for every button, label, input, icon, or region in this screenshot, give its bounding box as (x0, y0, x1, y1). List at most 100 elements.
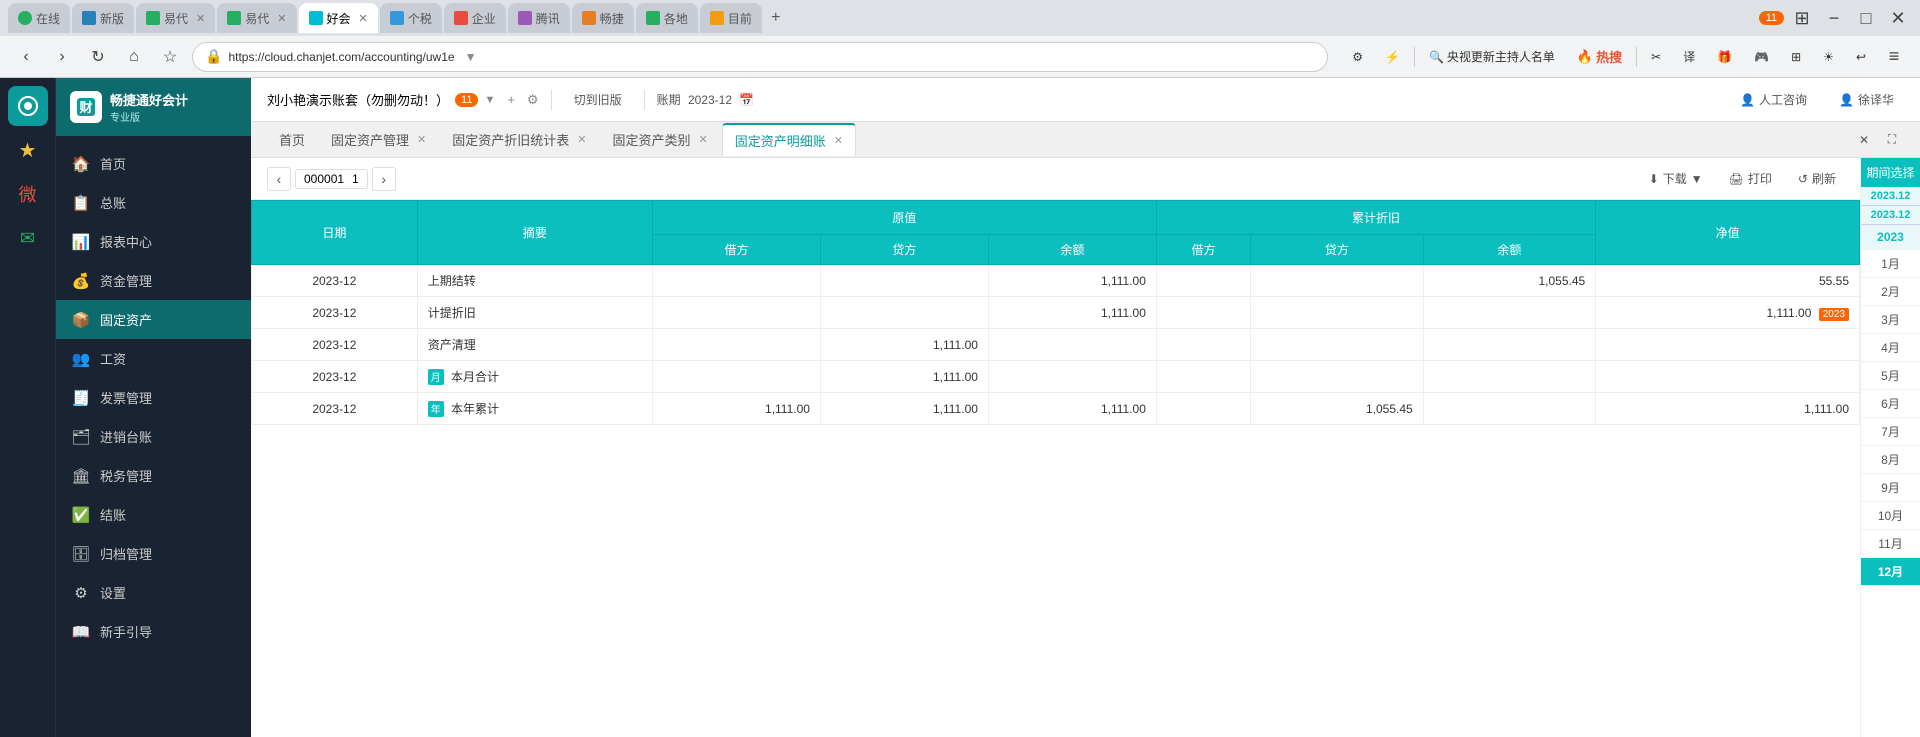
sidebar-item-report[interactable]: 📊 报表中心 (56, 222, 251, 261)
sidebar-item-ledger[interactable]: 📋 总账 (56, 183, 251, 222)
browser-tab-yidai1[interactable]: 易代 ✕ (136, 3, 215, 33)
period-month-3[interactable]: 3月 (1861, 306, 1920, 334)
maximize-tab-btn[interactable]: ⛶ (1880, 128, 1904, 152)
browser-tab-muqian[interactable]: 目前 (700, 3, 762, 33)
browser-tab-changjie[interactable]: 畅捷 (572, 3, 634, 33)
browser-extensions-btn[interactable]: ⊞ (1788, 4, 1816, 32)
icon-bar-main[interactable] (8, 86, 48, 126)
add-account-btn[interactable]: + (507, 92, 515, 107)
content-area: ‹ 000001 1 › ⬇ 下载 ▼ (251, 158, 1920, 737)
download-btn[interactable]: ⬇ 下载 ▼ (1641, 166, 1711, 191)
period-month-10[interactable]: 10月 (1861, 502, 1920, 530)
sidebar-item-invoice[interactable]: 🧾 发票管理 (56, 378, 251, 417)
browser-tab-yidai2[interactable]: 易代 ✕ (217, 3, 296, 33)
period-month-8[interactable]: 8月 (1861, 446, 1920, 474)
table-row: 2023-12 计提折旧 1,111.00 (252, 297, 1860, 329)
page-tab-fixed-mgmt-close[interactable]: ✕ (417, 133, 426, 146)
address-box[interactable]: 🔒 https://cloud.chanjet.com/accounting/u… (192, 42, 1328, 72)
sidebar-item-tax[interactable]: 🏛 税务管理 (56, 456, 251, 495)
settings-quick-btn[interactable]: ⚙ (527, 92, 539, 108)
page-tab-fixed-detail-close[interactable]: ✕ (834, 134, 843, 147)
back-button[interactable]: ‹ (12, 43, 40, 71)
page-tab-fixed-cat[interactable]: 固定资产类别 ✕ (600, 124, 719, 155)
forward-button[interactable]: › (48, 43, 76, 71)
grid-btn[interactable]: ⊞ (1783, 44, 1809, 70)
bookmark-button[interactable]: ☆ (156, 43, 184, 71)
period-month-5[interactable]: 5月 (1861, 362, 1920, 390)
calendar-icon[interactable]: 📅 (739, 93, 754, 107)
sidebar-item-checkout[interactable]: ✅ 结账 (56, 495, 251, 534)
reload-button[interactable]: ↻ (84, 43, 112, 71)
sidebar-item-guide[interactable]: 📖 新手引导 (56, 612, 251, 651)
account-dropdown-icon[interactable]: ▼ (484, 94, 495, 106)
period-month-9[interactable]: 9月 (1861, 474, 1920, 502)
print-btn[interactable]: 🖨 打印 (1721, 166, 1780, 191)
home-nav-button[interactable]: ⌂ (120, 43, 148, 71)
period-selected-bottom[interactable]: 2023.12 (1861, 206, 1920, 225)
refresh-btn[interactable]: ↺ 刷新 (1790, 166, 1844, 191)
page-tab-fixed-dep-stat[interactable]: 固定资产折旧统计表 ✕ (440, 124, 598, 155)
scissors-btn[interactable]: ✂ (1643, 44, 1669, 70)
wallet-btn[interactable]: 🎁 (1709, 44, 1740, 70)
browser-tab-new[interactable]: 新版 (72, 3, 134, 33)
browser-tab-yidai2-close[interactable]: ✕ (277, 12, 286, 25)
undo-btn[interactable]: ↩ (1848, 44, 1874, 70)
search-box[interactable]: 🔍 央视更新主持人名单 (1421, 44, 1563, 70)
sidebar-item-home[interactable]: 🏠 首页 (56, 144, 251, 183)
period-month-11[interactable]: 11月 (1861, 530, 1920, 558)
translate-btn[interactable]: 译 (1675, 44, 1703, 70)
sidebar-item-fixed[interactable]: 📦 固定资产 (56, 300, 251, 339)
page-tab-fixed-detail[interactable]: 固定资产明细账 ✕ (722, 123, 856, 156)
period-month-6[interactable]: 6月 (1861, 390, 1920, 418)
browser-close-btn[interactable]: ✕ (1884, 4, 1912, 32)
icon-bar-star[interactable]: ★ (8, 130, 48, 170)
browser-tab-enterprise[interactable]: 企业 (444, 3, 506, 33)
browser-tab-yidai1-close[interactable]: ✕ (196, 12, 205, 25)
page-tab-home[interactable]: 首页 (267, 124, 317, 155)
sidebar-item-settings[interactable]: ⚙ 设置 (56, 573, 251, 612)
period-month-1[interactable]: 1月 (1861, 250, 1920, 278)
icon-bar-mail[interactable]: ✉ (8, 218, 48, 258)
browser-tab-haohui-close[interactable]: ✕ (359, 12, 368, 25)
next-page-btn[interactable]: › (372, 167, 396, 191)
fund-icon: 💰 (72, 272, 90, 290)
notification-badge[interactable]: 11 (1759, 11, 1784, 25)
table-row: 2023-12 月 本月合计 1,111.00 (252, 361, 1860, 393)
sidebar-item-archive[interactable]: 🗄 归档管理 (56, 534, 251, 573)
browser-tool-lightning[interactable]: ⚡ (1377, 44, 1408, 70)
user-btn[interactable]: 👤 徐译华 (1829, 87, 1904, 112)
close-tab-btn[interactable]: ✕ (1852, 128, 1876, 152)
period-month-4[interactable]: 4月 (1861, 334, 1920, 362)
browser-tab-tencent[interactable]: 腾讯 (508, 3, 570, 33)
page-tab-fixed-dep-stat-close[interactable]: ✕ (577, 133, 586, 146)
period-month-2[interactable]: 2月 (1861, 278, 1920, 306)
browser-tab-geshui[interactable]: 个税 (380, 3, 442, 33)
sidebar-item-inventory[interactable]: 🗂 进销台账 (56, 417, 251, 456)
page-tab-fixed-cat-close[interactable]: ✕ (699, 133, 708, 146)
help-btn[interactable]: 👤 人工咨询 (1730, 87, 1817, 112)
sidebar-item-fund[interactable]: 💰 资金管理 (56, 261, 251, 300)
page-tab-fixed-mgmt[interactable]: 固定资产管理 ✕ (319, 124, 438, 155)
browser-maximize-btn[interactable]: □ (1852, 4, 1880, 32)
hot-search-btn[interactable]: 🔥 热搜 (1569, 44, 1630, 70)
browser-minimize-btn[interactable]: − (1820, 4, 1848, 32)
theme-btn[interactable]: ☀ (1815, 44, 1842, 70)
page-tabs: 首页 固定资产管理 ✕ 固定资产折旧统计表 ✕ 固定资产类别 ✕ 固定资产明细账… (251, 122, 1920, 158)
lightning-icon: ⚡ (1385, 50, 1400, 64)
period-selected-top[interactable]: 2023.12 (1861, 187, 1920, 206)
period-month-7[interactable]: 7月 (1861, 418, 1920, 446)
browser-tab-gedi[interactable]: 各地 (636, 3, 698, 33)
browser-tab-haohui[interactable]: 好会 ✕ (299, 3, 378, 33)
new-tab-button[interactable]: + (764, 6, 788, 30)
row2-lj-credit (1251, 329, 1424, 361)
cut-to-old-btn[interactable]: 切到旧版 (564, 87, 632, 112)
game-btn[interactable]: 🎮 (1746, 44, 1777, 70)
period-year-2023[interactable]: 2023 (1861, 225, 1920, 250)
sidebar-item-payroll[interactable]: 👥 工资 (56, 339, 251, 378)
icon-bar-weibo[interactable]: 微 (8, 174, 48, 214)
period-month-12[interactable]: 12月 (1861, 558, 1920, 586)
prev-page-btn[interactable]: ‹ (267, 167, 291, 191)
browser-tool-extensions[interactable]: ⚙ (1344, 44, 1371, 70)
browser-menu-btn[interactable]: ≡ (1880, 43, 1908, 71)
browser-tab-online[interactable]: 在线 (8, 3, 70, 33)
